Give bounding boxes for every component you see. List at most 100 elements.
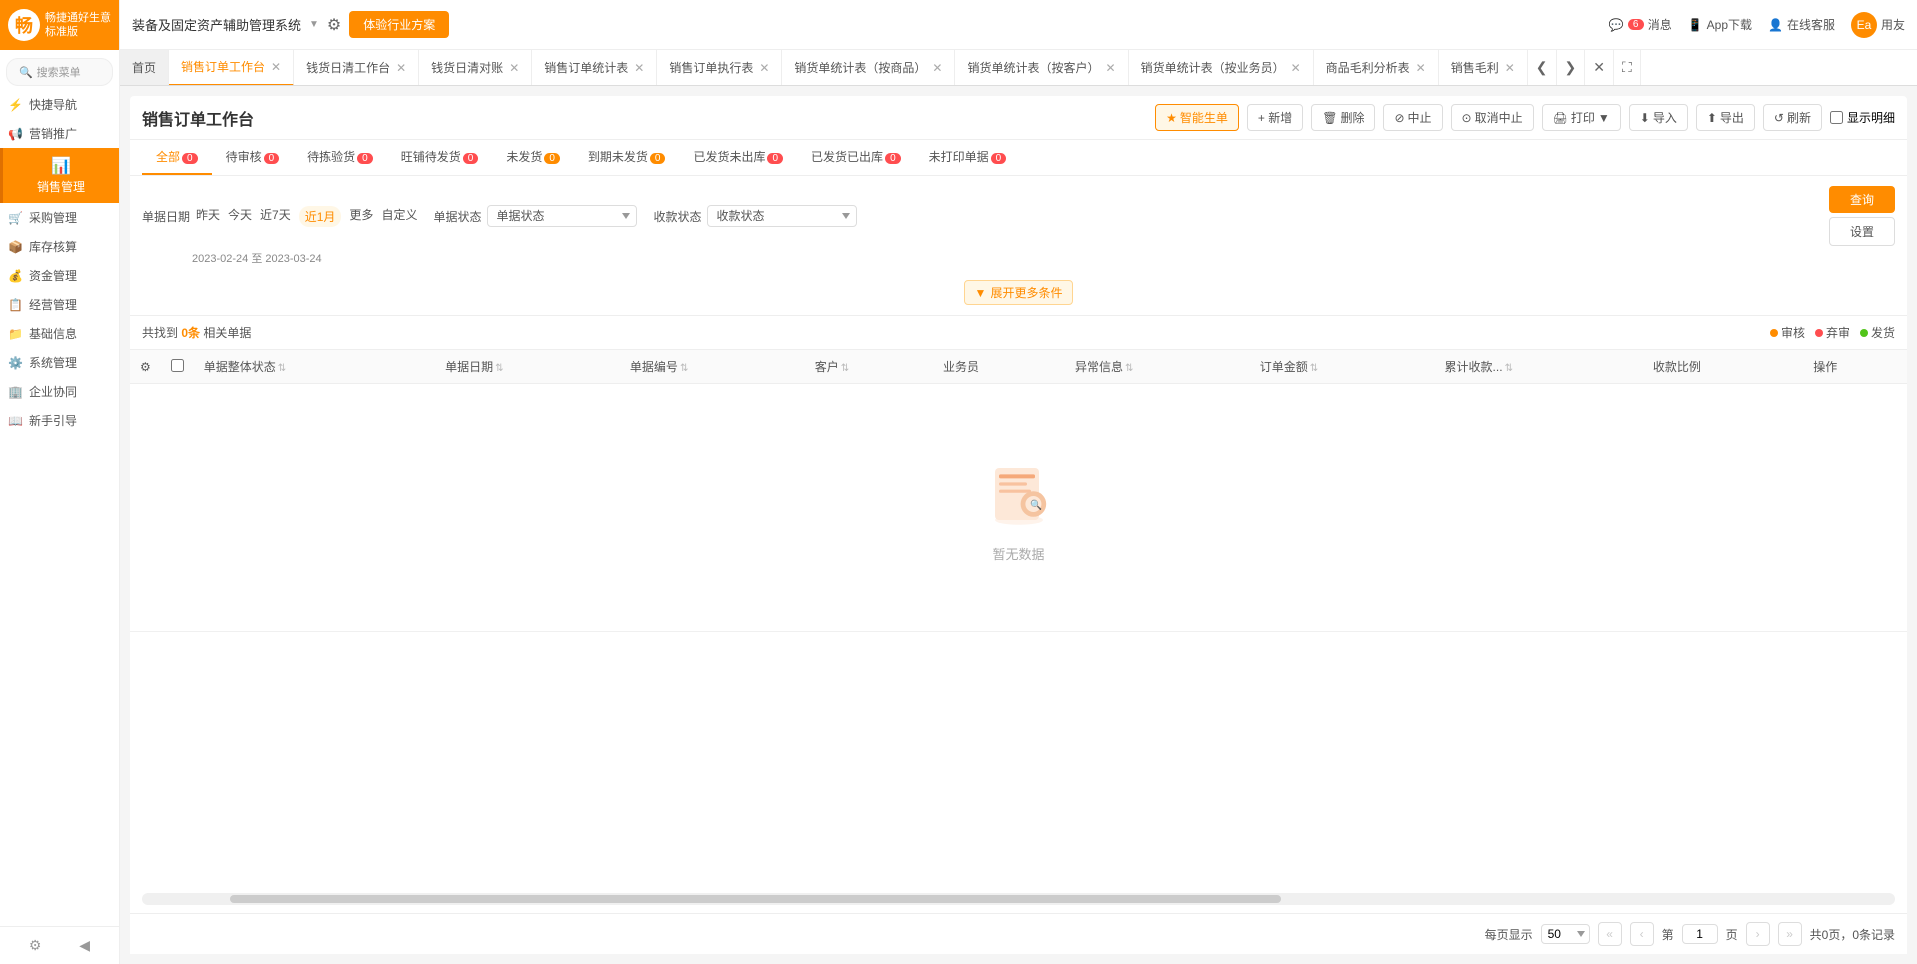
add-button[interactable]: + 新增: [1247, 104, 1303, 131]
page-input[interactable]: [1682, 924, 1718, 944]
sidebar-item-inventory[interactable]: 📦 库存核算: [0, 232, 119, 261]
page-size-select[interactable]: 50 10 20 100: [1541, 924, 1590, 944]
subtab-pending-review[interactable]: 待审核0: [212, 140, 294, 175]
sort-amount-icon[interactable]: ⇅: [1310, 363, 1318, 374]
subtab-shipped-out[interactable]: 已发货已出库0: [797, 140, 915, 175]
tab-sales-stats-close[interactable]: ✕: [634, 61, 644, 75]
sort-date-icon[interactable]: ⇅: [495, 363, 503, 374]
tab-sales-stats-product[interactable]: 销货单统计表（按商品） ✕: [782, 50, 955, 86]
sidebar-item-marketing[interactable]: 📢 营销推广: [0, 119, 119, 148]
print-button[interactable]: 🖨 打印 ▼: [1542, 104, 1621, 131]
show-detail-checkbox-label[interactable]: 显示明细: [1830, 109, 1895, 126]
th-settings[interactable]: ⚙: [130, 350, 161, 384]
tab-nav-next[interactable]: ❯: [1557, 50, 1586, 86]
import-button[interactable]: ⬇ 导入: [1629, 104, 1688, 131]
solution-button[interactable]: 体验行业方案: [349, 11, 449, 38]
sort-number-icon[interactable]: ⇅: [680, 363, 688, 374]
date-opt-1month[interactable]: 近1月: [299, 206, 342, 227]
sidebar-item-guide[interactable]: 📖 新手引导: [0, 406, 119, 435]
tab-sales-exec-close[interactable]: ✕: [759, 61, 769, 75]
date-opt-custom[interactable]: 自定义: [381, 206, 417, 227]
tab-cash-daily[interactable]: 钱货日清工作台 ✕: [294, 50, 419, 86]
sidebar-collapse-btn[interactable]: ◀: [79, 937, 90, 954]
horizontal-scrollbar[interactable]: [142, 893, 1895, 905]
user-area[interactable]: Ea 用友: [1851, 12, 1905, 38]
smart-create-button[interactable]: ★ 智能生单: [1155, 104, 1239, 131]
sort-collected-icon[interactable]: ⇅: [1505, 363, 1513, 374]
scrollbar-thumb[interactable]: [230, 895, 1282, 903]
subtab-all[interactable]: 全部0: [142, 140, 212, 175]
export-button[interactable]: ⬆ 导出: [1696, 104, 1755, 131]
refresh-button[interactable]: ↺ 刷新: [1763, 104, 1822, 131]
tab-close-all[interactable]: ✕: [1585, 50, 1614, 86]
subtab-not-shipped[interactable]: 未发货0: [492, 140, 574, 175]
tab-sales-stats[interactable]: 销售订单统计表 ✕: [532, 50, 657, 86]
subtab-overdue-not-shipped[interactable]: 到期未发货0: [574, 140, 680, 175]
sidebar-item-quick-nav[interactable]: ⚡ 快捷导航: [0, 90, 119, 119]
sort-abnormal-icon[interactable]: ⇅: [1125, 363, 1133, 374]
tab-sales-more[interactable]: 销售毛利 ✕: [1439, 50, 1528, 86]
search-menu[interactable]: 🔍 搜索菜单: [6, 58, 113, 86]
sort-customer-icon[interactable]: ⇅: [841, 363, 849, 374]
tab-sales-stats-staff-close[interactable]: ✕: [1291, 61, 1301, 75]
page-first-btn[interactable]: «: [1598, 922, 1622, 946]
tab-nav-prev[interactable]: ❮: [1528, 50, 1557, 86]
tab-sales-stats-customer-close[interactable]: ✕: [1106, 61, 1116, 75]
select-all-checkbox[interactable]: [171, 359, 184, 372]
cancel-stop-button[interactable]: ⊙ 取消中止: [1451, 104, 1534, 131]
tab-fullscreen[interactable]: ⛶: [1614, 50, 1641, 86]
subtab-pending-inspection[interactable]: 待拣验货0: [293, 140, 387, 175]
subtab-not-printed[interactable]: 未打印单据0: [915, 140, 1021, 175]
sidebar-item-enterprise[interactable]: 🏢 企业协同: [0, 377, 119, 406]
date-opt-7days[interactable]: 近7天: [260, 206, 291, 227]
app-download-btn[interactable]: 📱 App下载: [1688, 16, 1752, 33]
ship-btn[interactable]: 发货: [1860, 324, 1895, 341]
tab-cash-daily-close[interactable]: ✕: [396, 61, 406, 75]
page-last-btn[interactable]: »: [1778, 922, 1802, 946]
sidebar-item-purchase[interactable]: 🛒 采购管理: [0, 203, 119, 232]
page-next-btn[interactable]: ›: [1746, 922, 1770, 946]
tab-product-margin[interactable]: 商品毛利分析表 ✕: [1314, 50, 1439, 86]
message-btn[interactable]: 💬 6 消息: [1609, 16, 1672, 33]
review-btn[interactable]: 审核: [1770, 324, 1805, 341]
tab-sales-stats-customer[interactable]: 销货单统计表（按客户） ✕: [955, 50, 1128, 86]
topbar-settings-icon[interactable]: ⚙: [327, 15, 341, 35]
subtab-wangpu-pending[interactable]: 旺铺待发货0: [387, 140, 493, 175]
query-button[interactable]: 查询: [1829, 186, 1895, 213]
tab-sales-stats-product-close[interactable]: ✕: [932, 61, 942, 75]
sidebar-item-basic-info[interactable]: 📁 基础信息: [0, 319, 119, 348]
tab-product-margin-close[interactable]: ✕: [1416, 61, 1426, 75]
expand-button[interactable]: ▼ 展开更多条件: [964, 280, 1074, 305]
sidebar-item-operation[interactable]: 📋 经营管理: [0, 290, 119, 319]
date-opt-yesterday[interactable]: 昨天: [196, 206, 220, 227]
tab-cash-goods-account-close[interactable]: ✕: [509, 61, 519, 75]
sidebar-item-sales[interactable]: 📊 销售管理: [0, 148, 119, 203]
sidebar-item-system[interactable]: ⚙️ 系统管理: [0, 348, 119, 377]
cancel-review-btn[interactable]: 弃审: [1815, 324, 1850, 341]
th-checkbox[interactable]: [161, 350, 194, 384]
tab-sales-workbench[interactable]: 销售订单工作台 ✕: [169, 50, 294, 86]
set-button[interactable]: 设置: [1829, 217, 1895, 246]
sort-status-icon[interactable]: ⇅: [278, 363, 286, 374]
stop-button[interactable]: ⊘ 中止: [1383, 104, 1442, 131]
sidebar-item-finance[interactable]: 💰 资金管理: [0, 261, 119, 290]
date-opt-today[interactable]: 今天: [228, 206, 252, 227]
tab-home[interactable]: 首页: [120, 50, 169, 86]
tab-cash-goods-account-label: 钱货日清对账: [431, 59, 503, 76]
pay-status-filter-select[interactable]: 收款状态: [707, 205, 857, 227]
status-filter-select[interactable]: 单据状态: [487, 205, 637, 227]
system-title-dropdown[interactable]: ▼: [309, 19, 319, 30]
page-prev-btn[interactable]: ‹: [1630, 922, 1654, 946]
show-detail-checkbox[interactable]: [1830, 111, 1843, 124]
tab-cash-goods-account[interactable]: 钱货日清对账 ✕: [419, 50, 532, 86]
tab-sales-exec[interactable]: 销售订单执行表 ✕: [657, 50, 782, 86]
subtab-shipped-not-in[interactable]: 已发货未出库0: [679, 140, 797, 175]
date-opt-more[interactable]: 更多: [349, 206, 373, 227]
ship-label: 发货: [1871, 324, 1895, 341]
online-service-btn[interactable]: 👤 在线客服: [1768, 16, 1835, 33]
tab-sales-workbench-close[interactable]: ✕: [271, 60, 281, 74]
delete-button[interactable]: 🗑 删除: [1311, 104, 1375, 131]
sidebar-settings-btn[interactable]: ⚙: [29, 937, 42, 954]
tab-sales-stats-staff[interactable]: 销货单统计表（按业务员） ✕: [1129, 50, 1314, 86]
tab-sales-more-close[interactable]: ✕: [1505, 61, 1515, 75]
